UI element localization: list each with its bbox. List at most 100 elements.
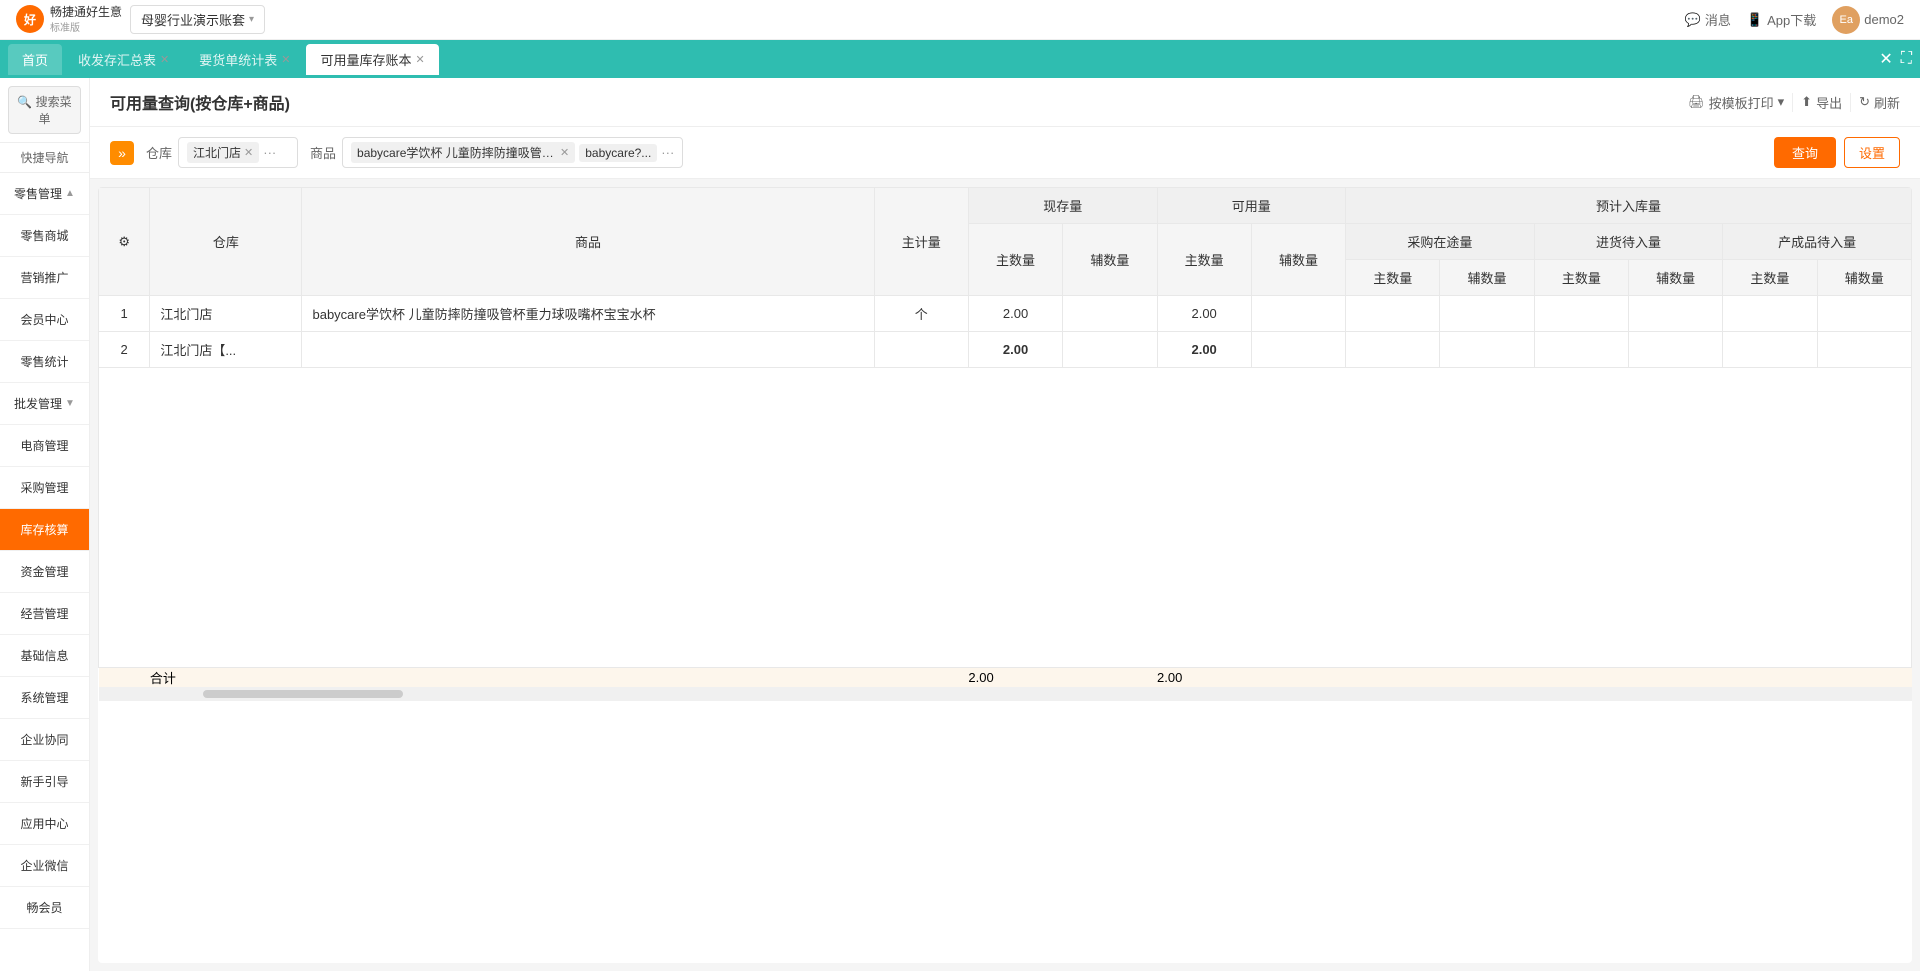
sidebar-item-operations[interactable]: 经营管理 [0, 593, 89, 635]
sidebar-item-inventory[interactable]: 库存核算 [0, 509, 89, 551]
tab-order-statistics-label: 要货单统计表 [199, 50, 277, 69]
product-tag-1-value: babycare学饮杯 儿童防摔防撞吸管杯重力球吸嘴杯宝宝水杯 [357, 144, 557, 161]
sidebar-item-purchase[interactable]: 采购管理 [0, 467, 89, 509]
close-window-icon[interactable]: ✕ [1879, 49, 1892, 69]
sidebar-item-system[interactable]: 系统管理 [0, 677, 89, 719]
purchase-main-header: 主数量 [1346, 260, 1440, 296]
app-download-button[interactable]: 📱 App下载 [1747, 10, 1816, 29]
user-area[interactable]: Ea demo2 [1832, 6, 1904, 34]
sidebar-item-ecommerce[interactable]: 电商管理 [0, 425, 89, 467]
sidebar-item-retail-stats[interactable]: 零售统计 [0, 341, 89, 383]
scrollbar-thumb[interactable] [203, 690, 403, 698]
row-available-main-1: 2.00 [1157, 296, 1251, 332]
export-button[interactable]: ⬆ 导出 [1792, 93, 1842, 112]
summary-available-aux [1251, 668, 1345, 688]
product-tag-1-remove-icon[interactable]: ✕ [560, 146, 569, 159]
print-button[interactable]: 🖨 按模板打印 ▾ [1688, 93, 1784, 112]
sidebar-item-member-center[interactable]: 会员中心 [0, 299, 89, 341]
store-name: 母婴行业演示账套 [141, 10, 245, 29]
refresh-icon: ↻ [1859, 94, 1870, 110]
product-filter-tag-2: babycare?... [579, 144, 657, 162]
sidebar-item-basic-info-label: 基础信息 [20, 647, 68, 664]
store-selector[interactable]: 母婴行业演示账套 ▾ [130, 5, 265, 34]
search-menu-button[interactable]: 🔍 搜索菜单 [8, 86, 81, 134]
app-download-label: App下载 [1767, 10, 1816, 29]
tab-available-stock[interactable]: 可用量库存账本 ✕ [306, 44, 438, 75]
tab-receive-summary-close[interactable]: ✕ [160, 53, 169, 66]
table-settings-header[interactable]: ⚙ [99, 188, 150, 296]
export-label: 导出 [1816, 93, 1842, 112]
summary-inbound-aux [1628, 668, 1722, 688]
print-label: 按模板打印 [1709, 93, 1774, 112]
unit-header: 主计量 [874, 188, 968, 296]
tab-available-stock-close[interactable]: ✕ [416, 53, 425, 66]
sidebar-item-retail-management-label: 零售管理 [14, 185, 62, 202]
tab-receive-summary[interactable]: 收发存汇总表 ✕ [64, 44, 183, 75]
table-row: 1 江北门店 babycare学饮杯 儿童防摔防撞吸管杯重力球吸嘴杯宝宝水杯 个… [99, 296, 1912, 332]
tab-available-stock-label: 可用量库存账本 [320, 50, 411, 69]
sidebar-item-enterprise[interactable]: 企业协同 [0, 719, 89, 761]
maximize-window-icon[interactable]: ⛶ [1901, 50, 1912, 68]
sidebar-item-retail-mall[interactable]: 零售商城 [0, 215, 89, 257]
message-button[interactable]: 💬 消息 [1685, 10, 1731, 29]
product-more-icon[interactable]: ··· [661, 145, 674, 160]
row-available-aux-1 [1251, 296, 1345, 332]
sidebar-item-guide[interactable]: 新手引导 [0, 761, 89, 803]
settings-button[interactable]: 设置 [1844, 137, 1900, 168]
product-tag-2-value: babycare?... [585, 146, 651, 160]
summary-purchase-main [1346, 668, 1440, 688]
production-aux-header: 辅数量 [1817, 260, 1911, 296]
top-bar: 好 畅捷通好生意 标准版 母婴行业演示账套 ▾ 💬 消息 📱 App下载 Ea … [0, 0, 1920, 40]
product-header: 商品 [302, 188, 874, 296]
warehouse-filter-tag: 江北门店 ✕ [187, 142, 259, 163]
warehouse-filter-input[interactable]: 江北门店 ✕ ··· [178, 137, 298, 168]
sidebar-item-app-center[interactable]: 应用中心 [0, 803, 89, 845]
page-header-actions: 🖨 按模板打印 ▾ ⬆ 导出 ↻ 刷新 [1688, 93, 1900, 124]
production-main-header: 主数量 [1723, 260, 1817, 296]
export-icon: ⬆ [1801, 94, 1812, 110]
tab-order-statistics[interactable]: 要货单统计表 ✕ [185, 44, 304, 75]
quick-nav-button[interactable]: 快捷导航 [0, 143, 89, 173]
summary-inbound-main [1534, 668, 1628, 688]
sidebar-item-basic-info[interactable]: 基础信息 [0, 635, 89, 677]
sidebar-item-wechat[interactable]: 企业微信 [0, 845, 89, 887]
row-production-main-2 [1723, 332, 1817, 368]
summary-row: 合计 2.00 2.00 [99, 668, 1912, 688]
nav-window-actions: ✕ ⛶ [1879, 49, 1912, 69]
top-bar-left: 好 畅捷通好生意 标准版 母婴行业演示账套 ▾ [16, 5, 265, 34]
product-filter-input[interactable]: babycare学饮杯 儿童防摔防撞吸管杯重力球吸嘴杯宝宝水杯 ✕ babyca… [342, 137, 683, 168]
logo-text-area: 畅捷通好生意 标准版 [50, 5, 122, 34]
table-container: ⚙ 仓库 商品 主计量 现存量 可用量 预计入库量 主数量 辅数量 主数量 辅数… [98, 187, 1912, 963]
avatar-text: Ea [1840, 14, 1853, 26]
chevron-icon-2: ▼ [65, 398, 75, 409]
refresh-button[interactable]: ↻ 刷新 [1850, 93, 1900, 112]
sidebar-item-retail-mall-label: 零售商城 [20, 227, 68, 244]
row-purchase-main-2 [1346, 332, 1440, 368]
tab-order-statistics-close[interactable]: ✕ [281, 53, 290, 66]
page-title: 可用量查询(按仓库+商品) [110, 90, 290, 126]
sidebar-item-ecommerce-label: 电商管理 [20, 437, 68, 454]
sidebar-item-finance[interactable]: 资金管理 [0, 551, 89, 593]
message-label: 消息 [1705, 10, 1731, 29]
nav-tabs: 首页 收发存汇总表 ✕ 要货单统计表 ✕ 可用量库存账本 ✕ ✕ ⛶ [0, 40, 1920, 78]
query-button[interactable]: 查询 [1774, 137, 1836, 168]
purchase-transit-header: 采购在途量 [1346, 224, 1535, 260]
warehouse-tag-remove-icon[interactable]: ✕ [244, 146, 253, 159]
scrollbar-row [99, 687, 1912, 701]
warehouse-more-icon[interactable]: ··· [263, 145, 276, 160]
sidebar-item-enterprise-label: 企业协同 [20, 731, 68, 748]
quick-nav-label: 快捷导航 [20, 151, 68, 165]
chevron-icon: ▲ [65, 188, 75, 199]
warehouse-filter-group: 仓库 江北门店 ✕ ··· [146, 137, 298, 168]
sidebar-item-retail-management[interactable]: 零售管理 ▲ [0, 173, 89, 215]
filter-expand-button[interactable]: » [110, 141, 134, 165]
sidebar-item-wholesale[interactable]: 批发管理 ▼ [0, 383, 89, 425]
sidebar-item-marketing[interactable]: 营销推广 [0, 257, 89, 299]
horizontal-scrollbar[interactable] [99, 688, 1912, 700]
row-stock-main-2: 2.00 [968, 332, 1062, 368]
sidebar-item-member[interactable]: 畅会员 [0, 887, 89, 929]
tab-home[interactable]: 首页 [8, 44, 62, 75]
content-area: 可用量查询(按仓库+商品) 🖨 按模板打印 ▾ ⬆ 导出 ↻ 刷新 [90, 78, 1920, 971]
main-layout: 🔍 搜索菜单 快捷导航 零售管理 ▲ 零售商城 营销推广 会员中心 零售统计 批… [0, 78, 1920, 971]
avatar: Ea [1832, 6, 1860, 34]
